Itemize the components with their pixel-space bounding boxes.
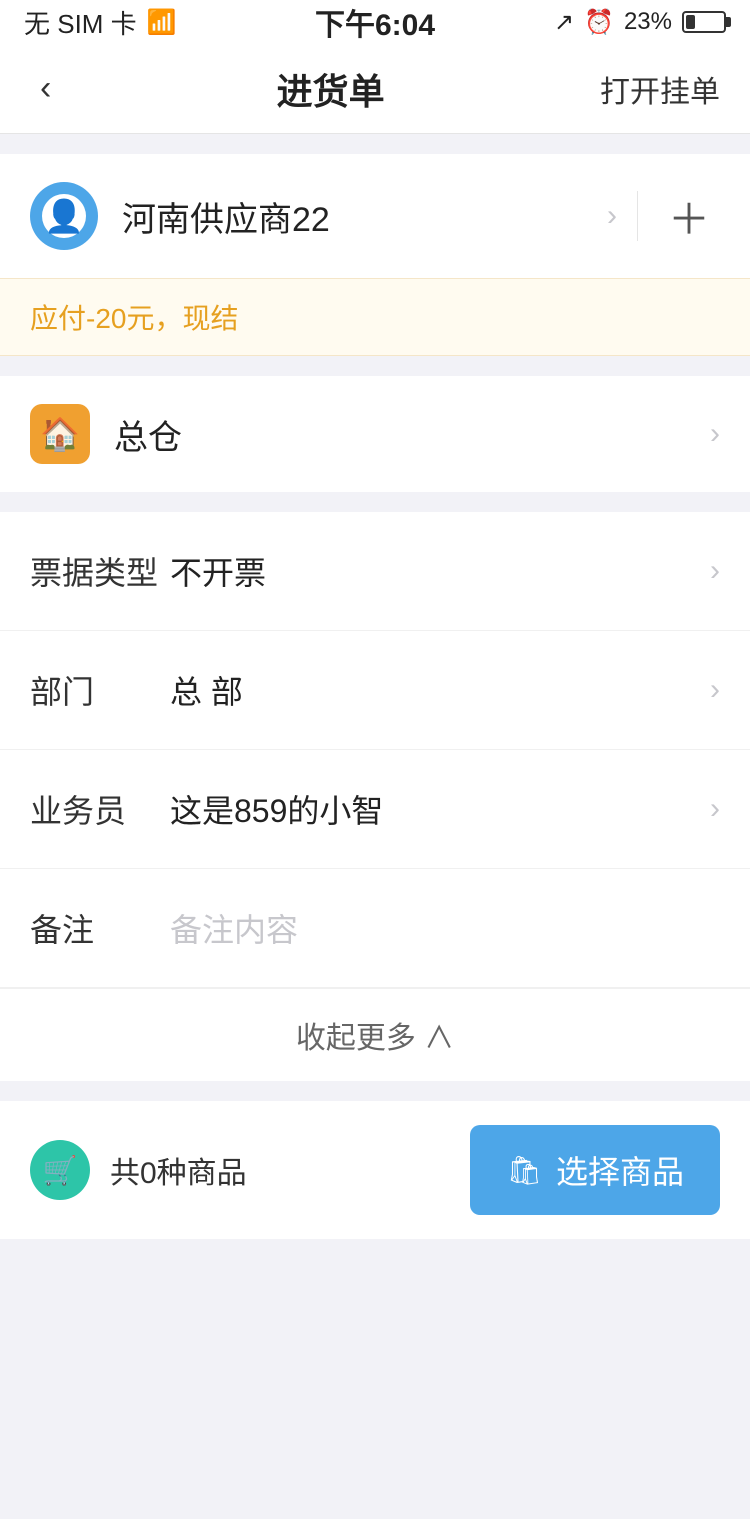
select-product-button[interactable]: 🛍 选择商品: [470, 1125, 720, 1215]
section-gap-1: [0, 134, 750, 154]
bottom-bar: 🛒 共0种商品 🛍 选择商品: [0, 1101, 750, 1239]
department-row[interactable]: 部门 总 部 ›: [0, 631, 750, 750]
collapse-button[interactable]: 收起更多 ∧: [296, 1022, 454, 1055]
warehouse-name: 总仓: [114, 410, 710, 459]
warehouse-icon-symbol: 🏠: [40, 415, 80, 453]
salesperson-chevron-icon: ›: [710, 792, 720, 826]
remark-row[interactable]: 备注 备注内容: [0, 869, 750, 988]
warehouse-icon: 🏠: [30, 404, 90, 464]
supplier-section: 👤 河南供应商22 › ＋ 应付-20元，现结: [0, 154, 750, 356]
section-gap-2: [0, 356, 750, 376]
department-label: 部门: [30, 667, 170, 713]
form-section: 票据类型 不开票 › 部门 总 部 › 业务员 这是859的小智 › 备注 备注…: [0, 512, 750, 1081]
supplier-row[interactable]: 👤 河南供应商22 › ＋: [0, 154, 750, 278]
product-count-area: 🛒 共0种商品: [30, 1140, 247, 1200]
remark-label: 备注: [30, 905, 170, 951]
invoice-value: 不开票: [170, 548, 710, 594]
invoice-label: 票据类型: [30, 548, 170, 594]
back-button[interactable]: ‹: [30, 59, 61, 118]
invoice-row[interactable]: 票据类型 不开票 ›: [0, 512, 750, 631]
supplier-avatar: 👤: [30, 182, 98, 250]
divider: [637, 191, 638, 241]
warehouse-chevron-icon: ›: [710, 417, 720, 451]
supplier-name: 河南供应商22: [122, 192, 607, 241]
department-value: 总 部: [170, 667, 710, 713]
department-chevron-icon: ›: [710, 673, 720, 707]
notice-bar: 应付-20元，现结: [0, 278, 750, 356]
carrier-label: 无 SIM 卡: [24, 4, 137, 41]
add-supplier-button[interactable]: ＋: [658, 186, 720, 247]
person-icon: 👤: [44, 197, 84, 235]
nav-bar: ‹ 进货单 打开挂单: [0, 44, 750, 134]
alarm-icon: ⏰: [584, 8, 614, 37]
avatar-inner: 👤: [42, 194, 86, 238]
status-bar-time: 下午6:04: [315, 0, 435, 44]
salesperson-value: 这是859的小智: [170, 786, 710, 832]
status-bar-left: 无 SIM 卡 📶: [24, 4, 177, 41]
remark-input[interactable]: 备注内容: [170, 905, 720, 951]
warehouse-section: 🏠 总仓 ›: [0, 376, 750, 492]
cart-icon: 🛍: [506, 1154, 542, 1187]
warehouse-row[interactable]: 🏠 总仓 ›: [0, 376, 750, 492]
invoice-chevron-icon: ›: [710, 554, 720, 588]
location-icon: ↗: [554, 8, 574, 37]
product-icon: 🛒: [30, 1140, 90, 1200]
status-bar: 无 SIM 卡 📶 下午6:04 ↗ ⏰ 23%: [0, 0, 750, 44]
battery-icon: [682, 11, 726, 33]
status-bar-right: ↗ ⏰ 23%: [554, 8, 726, 37]
notice-text: 应付-20元，现结: [30, 303, 238, 334]
page-title: 进货单: [277, 63, 385, 115]
select-product-label: 选择商品: [556, 1147, 684, 1193]
cart-small-icon: 🛒: [43, 1154, 78, 1187]
page-background: [0, 1239, 750, 1519]
wifi-icon: 📶: [147, 8, 177, 37]
product-count-text: 共0种商品: [110, 1148, 247, 1192]
supplier-chevron-icon: ›: [607, 199, 617, 233]
salesperson-row[interactable]: 业务员 这是859的小智 ›: [0, 750, 750, 869]
battery-percent: 23%: [624, 8, 672, 36]
collapse-section: 收起更多 ∧: [0, 988, 750, 1081]
open-pending-button[interactable]: 打开挂单: [600, 67, 720, 111]
salesperson-label: 业务员: [30, 786, 170, 832]
